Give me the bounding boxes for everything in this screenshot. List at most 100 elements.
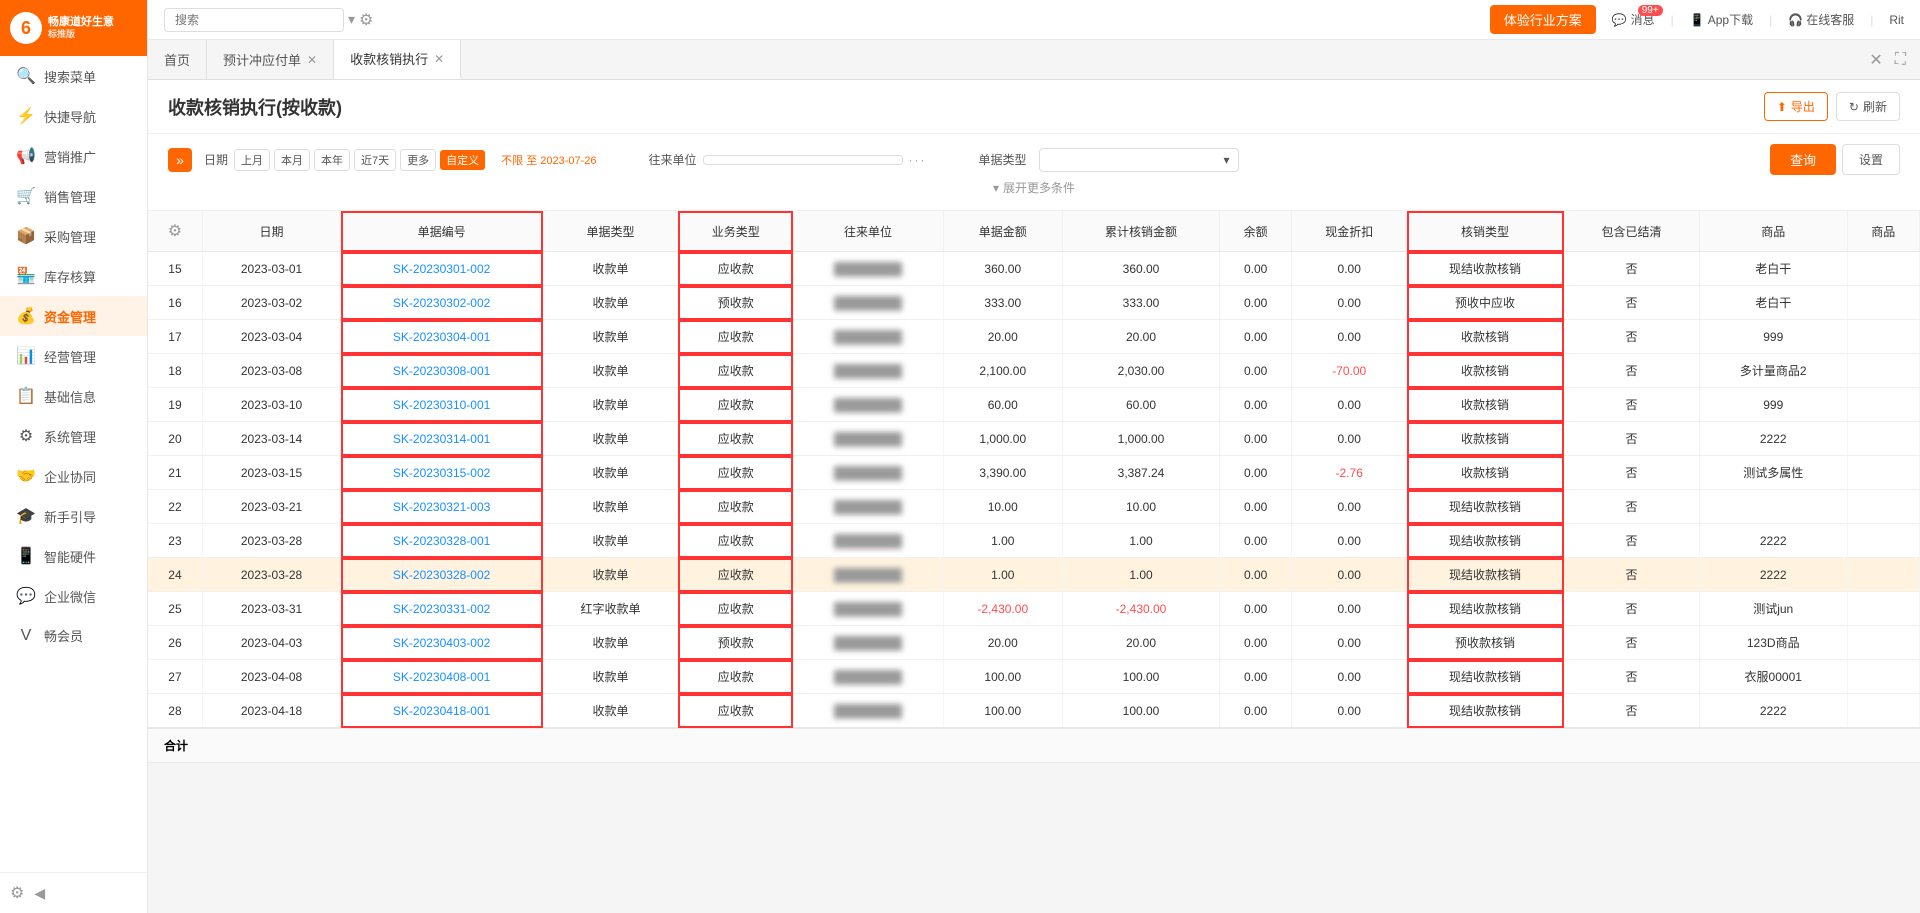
refresh-btn[interactable]: ↻ 刷新	[1836, 92, 1900, 121]
search-input[interactable]	[164, 8, 344, 32]
doc-no-link[interactable]: SK-20230302-002	[393, 296, 490, 310]
sidebar-item-9[interactable]: ⚙系统管理	[0, 416, 147, 456]
doc-no-link[interactable]: SK-20230328-002	[393, 568, 490, 582]
doc-no-link[interactable]: SK-20230331-002	[393, 602, 490, 616]
tab-writeoff-close[interactable]: ✕	[434, 52, 444, 66]
query-btn[interactable]: 查询	[1770, 144, 1836, 175]
th-counterpart[interactable]: 往来单位	[793, 211, 943, 252]
table-row[interactable]: 24 2023-03-28 SK-20230328-002 收款单 应收款 ██…	[148, 558, 1920, 592]
content-area: 收款核销执行(按收款) ⬆ 导出 ↻ 刷新 » 日期 上月	[148, 80, 1920, 913]
tab-close-icon[interactable]: ✕	[1865, 46, 1886, 74]
cell-counterpart: ████████	[793, 354, 943, 388]
th-doc-no[interactable]: 单据编号	[341, 211, 543, 252]
app-download-link[interactable]: 📱 App下载	[1690, 11, 1753, 28]
settings-icon[interactable]: ⚙	[10, 883, 24, 903]
tab-prepay[interactable]: 预计冲应付单 ✕	[207, 40, 334, 79]
sidebar-item-14[interactable]: V畅会员	[0, 616, 147, 655]
sidebar-item-12[interactable]: 📱智能硬件	[0, 536, 147, 576]
table-row[interactable]: 20 2023-03-14 SK-20230314-001 收款单 应收款 ██…	[148, 422, 1920, 456]
cell-counterpart: ████████	[793, 660, 943, 694]
date-custom-btn[interactable]: 自定义	[440, 150, 485, 170]
tab-expand-icon[interactable]: ⛶	[1891, 47, 1910, 73]
sidebar-item-3[interactable]: 🛒销售管理	[0, 176, 147, 216]
tab-prepay-close[interactable]: ✕	[307, 53, 317, 67]
table-row[interactable]: 16 2023-03-02 SK-20230302-002 收款单 预收款 ██…	[148, 286, 1920, 320]
topbar-gear-icon[interactable]: ⚙	[359, 10, 373, 30]
sidebar-item-8[interactable]: 📋基础信息	[0, 376, 147, 416]
tab-home[interactable]: 首页	[148, 40, 207, 79]
sidebar-item-1[interactable]: ⚡快捷导航	[0, 96, 147, 136]
th-writeoff-type[interactable]: 核销类型	[1407, 211, 1564, 252]
cell-include-settled: 否	[1564, 422, 1700, 456]
doc-no-link[interactable]: SK-20230301-002	[393, 262, 490, 276]
doc-no-link[interactable]: SK-20230314-001	[393, 432, 490, 446]
th-doc-type[interactable]: 单据类型	[543, 211, 679, 252]
doc-no-link[interactable]: SK-20230308-001	[393, 364, 490, 378]
sidebar-item-0[interactable]: 🔍搜索菜单	[0, 56, 147, 96]
th-cum-amount[interactable]: 累计核销金额	[1063, 211, 1220, 252]
cell-doc-no: SK-20230321-003	[341, 490, 543, 524]
sidebar-item-2[interactable]: 📢营销推广	[0, 136, 147, 176]
sidebar-item-13[interactable]: 💬企业微信	[0, 576, 147, 616]
doc-no-link[interactable]: SK-20230328-001	[393, 534, 490, 548]
tab-writeoff[interactable]: 收款核销执行 ✕	[334, 40, 461, 79]
doc-no-link[interactable]: SK-20230315-002	[393, 466, 490, 480]
sidebar-item-4[interactable]: 📦采购管理	[0, 216, 147, 256]
collapse-icon[interactable]: ◀	[34, 885, 45, 902]
doc-no-link[interactable]: SK-20230408-001	[393, 670, 490, 684]
table-row[interactable]: 15 2023-03-01 SK-20230301-002 收款单 应收款 ██…	[148, 252, 1920, 286]
date-this-year[interactable]: 本年	[314, 149, 350, 171]
doc-no-link[interactable]: SK-20230403-002	[393, 636, 490, 650]
expand-more[interactable]: ▾ 展开更多条件	[168, 175, 1900, 200]
sidebar-item-7[interactable]: 📊经营管理	[0, 336, 147, 376]
th-date[interactable]: 日期	[202, 211, 340, 252]
table-row[interactable]: 21 2023-03-15 SK-20230315-002 收款单 应收款 ██…	[148, 456, 1920, 490]
table-row[interactable]: 19 2023-03-10 SK-20230310-001 收款单 应收款 ██…	[148, 388, 1920, 422]
cell-writeoff-type: 现结收款核销	[1407, 490, 1564, 524]
table-row[interactable]: 26 2023-04-03 SK-20230403-002 收款单 预收款 ██…	[148, 626, 1920, 660]
industry-btn[interactable]: 体验行业方案	[1490, 5, 1596, 34]
th-product2[interactable]: 商品	[1847, 211, 1919, 252]
doc-no-link[interactable]: SK-20230418-001	[393, 704, 490, 718]
cell-counterpart: ████████	[793, 286, 943, 320]
online-service-link[interactable]: 🎧 在线客服	[1788, 11, 1854, 28]
th-settings[interactable]: ⚙	[148, 211, 202, 252]
horizontal-scrollbar[interactable]	[148, 762, 1920, 774]
cell-product: 老白干	[1699, 286, 1847, 320]
user-name[interactable]: Rit	[1889, 13, 1904, 27]
table-row[interactable]: 18 2023-03-08 SK-20230308-001 收款单 应收款 ██…	[148, 354, 1920, 388]
table-row[interactable]: 17 2023-03-04 SK-20230304-001 收款单 应收款 ██…	[148, 320, 1920, 354]
dropdown-icon[interactable]: ▾	[348, 11, 355, 28]
th-amount[interactable]: 单据金额	[943, 211, 1062, 252]
th-include-settled[interactable]: 包含已结清	[1564, 211, 1700, 252]
message-btn[interactable]: 💬 消息 99+	[1612, 11, 1655, 28]
counterpart-select[interactable]	[703, 155, 903, 165]
receipt-type-select[interactable]: ▾	[1039, 148, 1239, 172]
sidebar-item-11[interactable]: 🎓新手引导	[0, 496, 147, 536]
filter-settings-btn[interactable]: 设置	[1842, 144, 1900, 175]
th-biz-type[interactable]: 业务类型	[678, 211, 793, 252]
cell-date: 2023-04-08	[202, 660, 340, 694]
export-btn[interactable]: ⬆ 导出	[1764, 92, 1828, 121]
table-row[interactable]: 28 2023-04-18 SK-20230418-001 收款单 应收款 ██…	[148, 694, 1920, 729]
date-this-month[interactable]: 本月	[274, 149, 310, 171]
table-row[interactable]: 23 2023-03-28 SK-20230328-001 收款单 应收款 ██…	[148, 524, 1920, 558]
sidebar-item-6[interactable]: 💰资金管理	[0, 296, 147, 336]
th-cash-discount[interactable]: 现金折扣	[1292, 211, 1407, 252]
doc-no-link[interactable]: SK-20230321-003	[393, 500, 490, 514]
table-row[interactable]: 22 2023-03-21 SK-20230321-003 收款单 应收款 ██…	[148, 490, 1920, 524]
cell-date: 2023-03-02	[202, 286, 340, 320]
sidebar-item-5[interactable]: 🏪库存核算	[0, 256, 147, 296]
sidebar-item-10[interactable]: 🤝企业协同	[0, 456, 147, 496]
cell-doc-no: SK-20230418-001	[341, 694, 543, 729]
table-row[interactable]: 25 2023-03-31 SK-20230331-002 红字收款单 应收款 …	[148, 592, 1920, 626]
doc-no-link[interactable]: SK-20230304-001	[393, 330, 490, 344]
date-last-month[interactable]: 上月	[234, 149, 270, 171]
th-balance[interactable]: 余额	[1220, 211, 1292, 252]
date-more[interactable]: 更多	[400, 149, 436, 171]
table-row[interactable]: 27 2023-04-08 SK-20230408-001 收款单 应收款 ██…	[148, 660, 1920, 694]
date-7days[interactable]: 近7天	[354, 149, 396, 171]
doc-no-link[interactable]: SK-20230310-001	[393, 398, 490, 412]
th-product[interactable]: 商品	[1699, 211, 1847, 252]
filter-expand-btn[interactable]: »	[168, 148, 192, 172]
